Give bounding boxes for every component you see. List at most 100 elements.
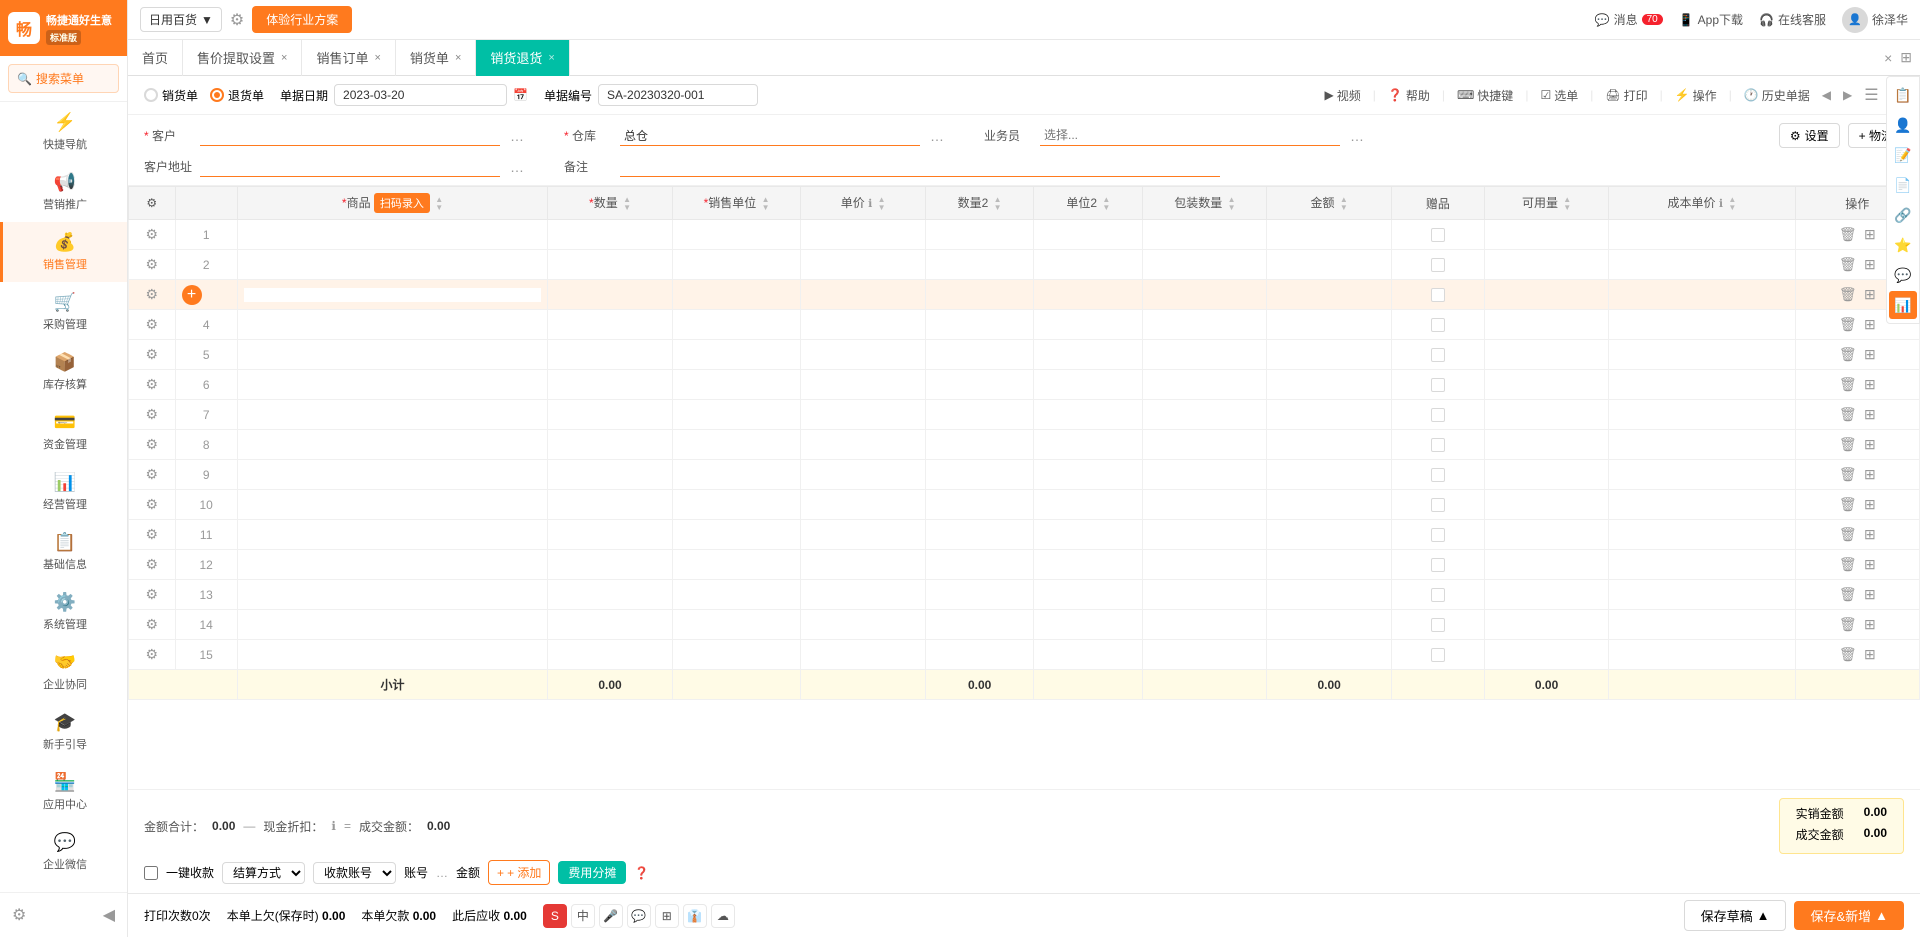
row-unit2-cell[interactable] <box>1034 400 1143 430</box>
row-copy-button[interactable]: ⊞ <box>1862 584 1878 605</box>
row-pkg-qty-cell[interactable] <box>1143 250 1267 280</box>
row-product-cell[interactable] <box>237 520 548 550</box>
row-qty-cell[interactable] <box>548 310 672 340</box>
row-pkg-qty-cell[interactable] <box>1143 520 1267 550</box>
row-gift-cell[interactable] <box>1391 460 1484 490</box>
settings-button[interactable]: ⚙ 设置 <box>1779 123 1840 148</box>
tab-grid-icon[interactable]: ⊞ <box>1900 49 1912 66</box>
gift-checkbox[interactable] <box>1431 618 1445 632</box>
row-gear-button[interactable]: ⚙ <box>144 494 161 515</box>
row-gear-button[interactable]: ⚙ <box>144 464 161 485</box>
next-icon[interactable]: ▶ <box>1843 88 1852 102</box>
row-product-cell[interactable] <box>237 280 548 310</box>
gift-checkbox[interactable] <box>1431 528 1445 542</box>
topbar-gear-icon[interactable]: ⚙ <box>230 10 244 30</box>
address-input[interactable] <box>200 156 500 177</box>
footer-icon-7[interactable]: ☁ <box>711 904 735 928</box>
row-unit-cell[interactable] <box>672 550 801 580</box>
warehouse-input[interactable] <box>620 125 920 146</box>
row-unit-cell[interactable] <box>672 430 801 460</box>
row-gift-cell[interactable] <box>1391 430 1484 460</box>
footer-icon-5[interactable]: ⊞ <box>655 904 679 928</box>
gift-checkbox[interactable] <box>1431 228 1445 242</box>
row-cost-price-cell[interactable] <box>1609 280 1795 310</box>
customer-dots-icon[interactable]: … <box>510 128 524 144</box>
row-qty2-cell[interactable] <box>925 340 1034 370</box>
row-qty2-cell[interactable] <box>925 400 1034 430</box>
video-btn[interactable]: ▶ 视频 <box>1325 87 1361 104</box>
row-amount-cell[interactable] <box>1267 400 1391 430</box>
account-select[interactable]: 收款账号 <box>313 862 396 884</box>
row-unit2-cell[interactable] <box>1034 340 1143 370</box>
row-price-cell[interactable] <box>801 640 925 670</box>
row-pkg-qty-cell[interactable] <box>1143 340 1267 370</box>
message-button[interactable]: 💬 消息 70 <box>1595 11 1663 28</box>
row-gear-button[interactable]: ⚙ <box>144 584 161 605</box>
row-unit2-cell[interactable] <box>1034 550 1143 580</box>
rt-item-5[interactable]: 🔗 <box>1889 201 1917 229</box>
row-cost-price-cell[interactable] <box>1609 460 1795 490</box>
row-unit2-cell[interactable] <box>1034 250 1143 280</box>
scan-enter-button[interactable]: 扫码录入 <box>374 193 430 213</box>
row-delete-button[interactable]: 🗑 <box>1837 344 1859 365</box>
gift-checkbox[interactable] <box>1431 378 1445 392</box>
row-gift-cell[interactable] <box>1391 370 1484 400</box>
row-gear-button[interactable]: ⚙ <box>144 644 161 665</box>
row-cost-price-cell[interactable] <box>1609 400 1795 430</box>
row-gear-button[interactable]: ⚙ <box>144 404 161 425</box>
row-delete-button[interactable]: 🗑 <box>1837 404 1859 425</box>
row-gift-cell[interactable] <box>1391 310 1484 340</box>
row-price-cell[interactable] <box>801 370 925 400</box>
gift-checkbox[interactable] <box>1431 258 1445 272</box>
sidebar-item-ops[interactable]: 📊 经营管理 <box>0 462 127 522</box>
sidebar-item-marketing[interactable]: 📢 营销推广 <box>0 162 127 222</box>
print-btn[interactable]: 🖨 打印 <box>1605 87 1647 104</box>
sidebar-item-inventory[interactable]: 📦 库存核算 <box>0 342 127 402</box>
row-qty-cell[interactable] <box>548 220 672 250</box>
row-qty-cell[interactable] <box>548 520 672 550</box>
row-amount-cell[interactable] <box>1267 280 1391 310</box>
row-qty2-cell[interactable] <box>925 520 1034 550</box>
calendar-icon[interactable]: 📅 <box>513 88 528 102</box>
gift-checkbox[interactable] <box>1431 348 1445 362</box>
rt-item-8[interactable]: 📊 <box>1889 291 1917 319</box>
row-unit2-cell[interactable] <box>1034 490 1143 520</box>
row-delete-button[interactable]: 🗑 <box>1837 284 1859 305</box>
row-gear-button[interactable]: ⚙ <box>144 314 161 335</box>
row-amount-cell[interactable] <box>1267 550 1391 580</box>
row-available-cell[interactable] <box>1484 340 1608 370</box>
row-gift-cell[interactable] <box>1391 400 1484 430</box>
row-gift-cell[interactable] <box>1391 340 1484 370</box>
row-gear-button[interactable]: ⚙ <box>144 434 161 455</box>
row-cost-price-cell[interactable] <box>1609 220 1795 250</box>
row-delete-button[interactable]: 🗑 <box>1837 494 1859 515</box>
row-delete-button[interactable]: 🗑 <box>1837 374 1859 395</box>
gear-icon[interactable]: ⚙ <box>146 196 157 210</box>
row-cost-price-cell[interactable] <box>1609 610 1795 640</box>
row-available-cell[interactable] <box>1484 640 1608 670</box>
row-unit-cell[interactable] <box>672 460 801 490</box>
add-row-button[interactable]: + <box>182 285 202 305</box>
calc-method-select[interactable]: 结算方式 <box>222 862 305 884</box>
tab-sales-return[interactable]: 销货退货 × <box>476 40 569 76</box>
gift-checkbox[interactable] <box>1431 438 1445 452</box>
row-copy-button[interactable]: ⊞ <box>1862 284 1878 305</box>
row-amount-cell[interactable] <box>1267 520 1391 550</box>
row-price-cell[interactable] <box>801 580 925 610</box>
gift-checkbox[interactable] <box>1431 558 1445 572</box>
row-copy-button[interactable]: ⊞ <box>1862 644 1878 665</box>
row-unit-cell[interactable] <box>672 520 801 550</box>
row-gift-cell[interactable] <box>1391 220 1484 250</box>
row-unit-cell[interactable] <box>672 610 801 640</box>
tab-sales-order[interactable]: 销售订单 × <box>302 40 395 76</box>
row-unit2-cell[interactable] <box>1034 520 1143 550</box>
row-cost-price-cell[interactable] <box>1609 550 1795 580</box>
one-click-payment-checkbox[interactable] <box>144 866 158 880</box>
row-unit-cell[interactable] <box>672 370 801 400</box>
row-copy-button[interactable]: ⊞ <box>1862 554 1878 575</box>
row-qty2-cell[interactable] <box>925 250 1034 280</box>
tab-close-price-setup[interactable]: × <box>281 52 287 64</box>
row-unit2-cell[interactable] <box>1034 310 1143 340</box>
row-pkg-qty-cell[interactable] <box>1143 610 1267 640</box>
row-price-cell[interactable] <box>801 550 925 580</box>
